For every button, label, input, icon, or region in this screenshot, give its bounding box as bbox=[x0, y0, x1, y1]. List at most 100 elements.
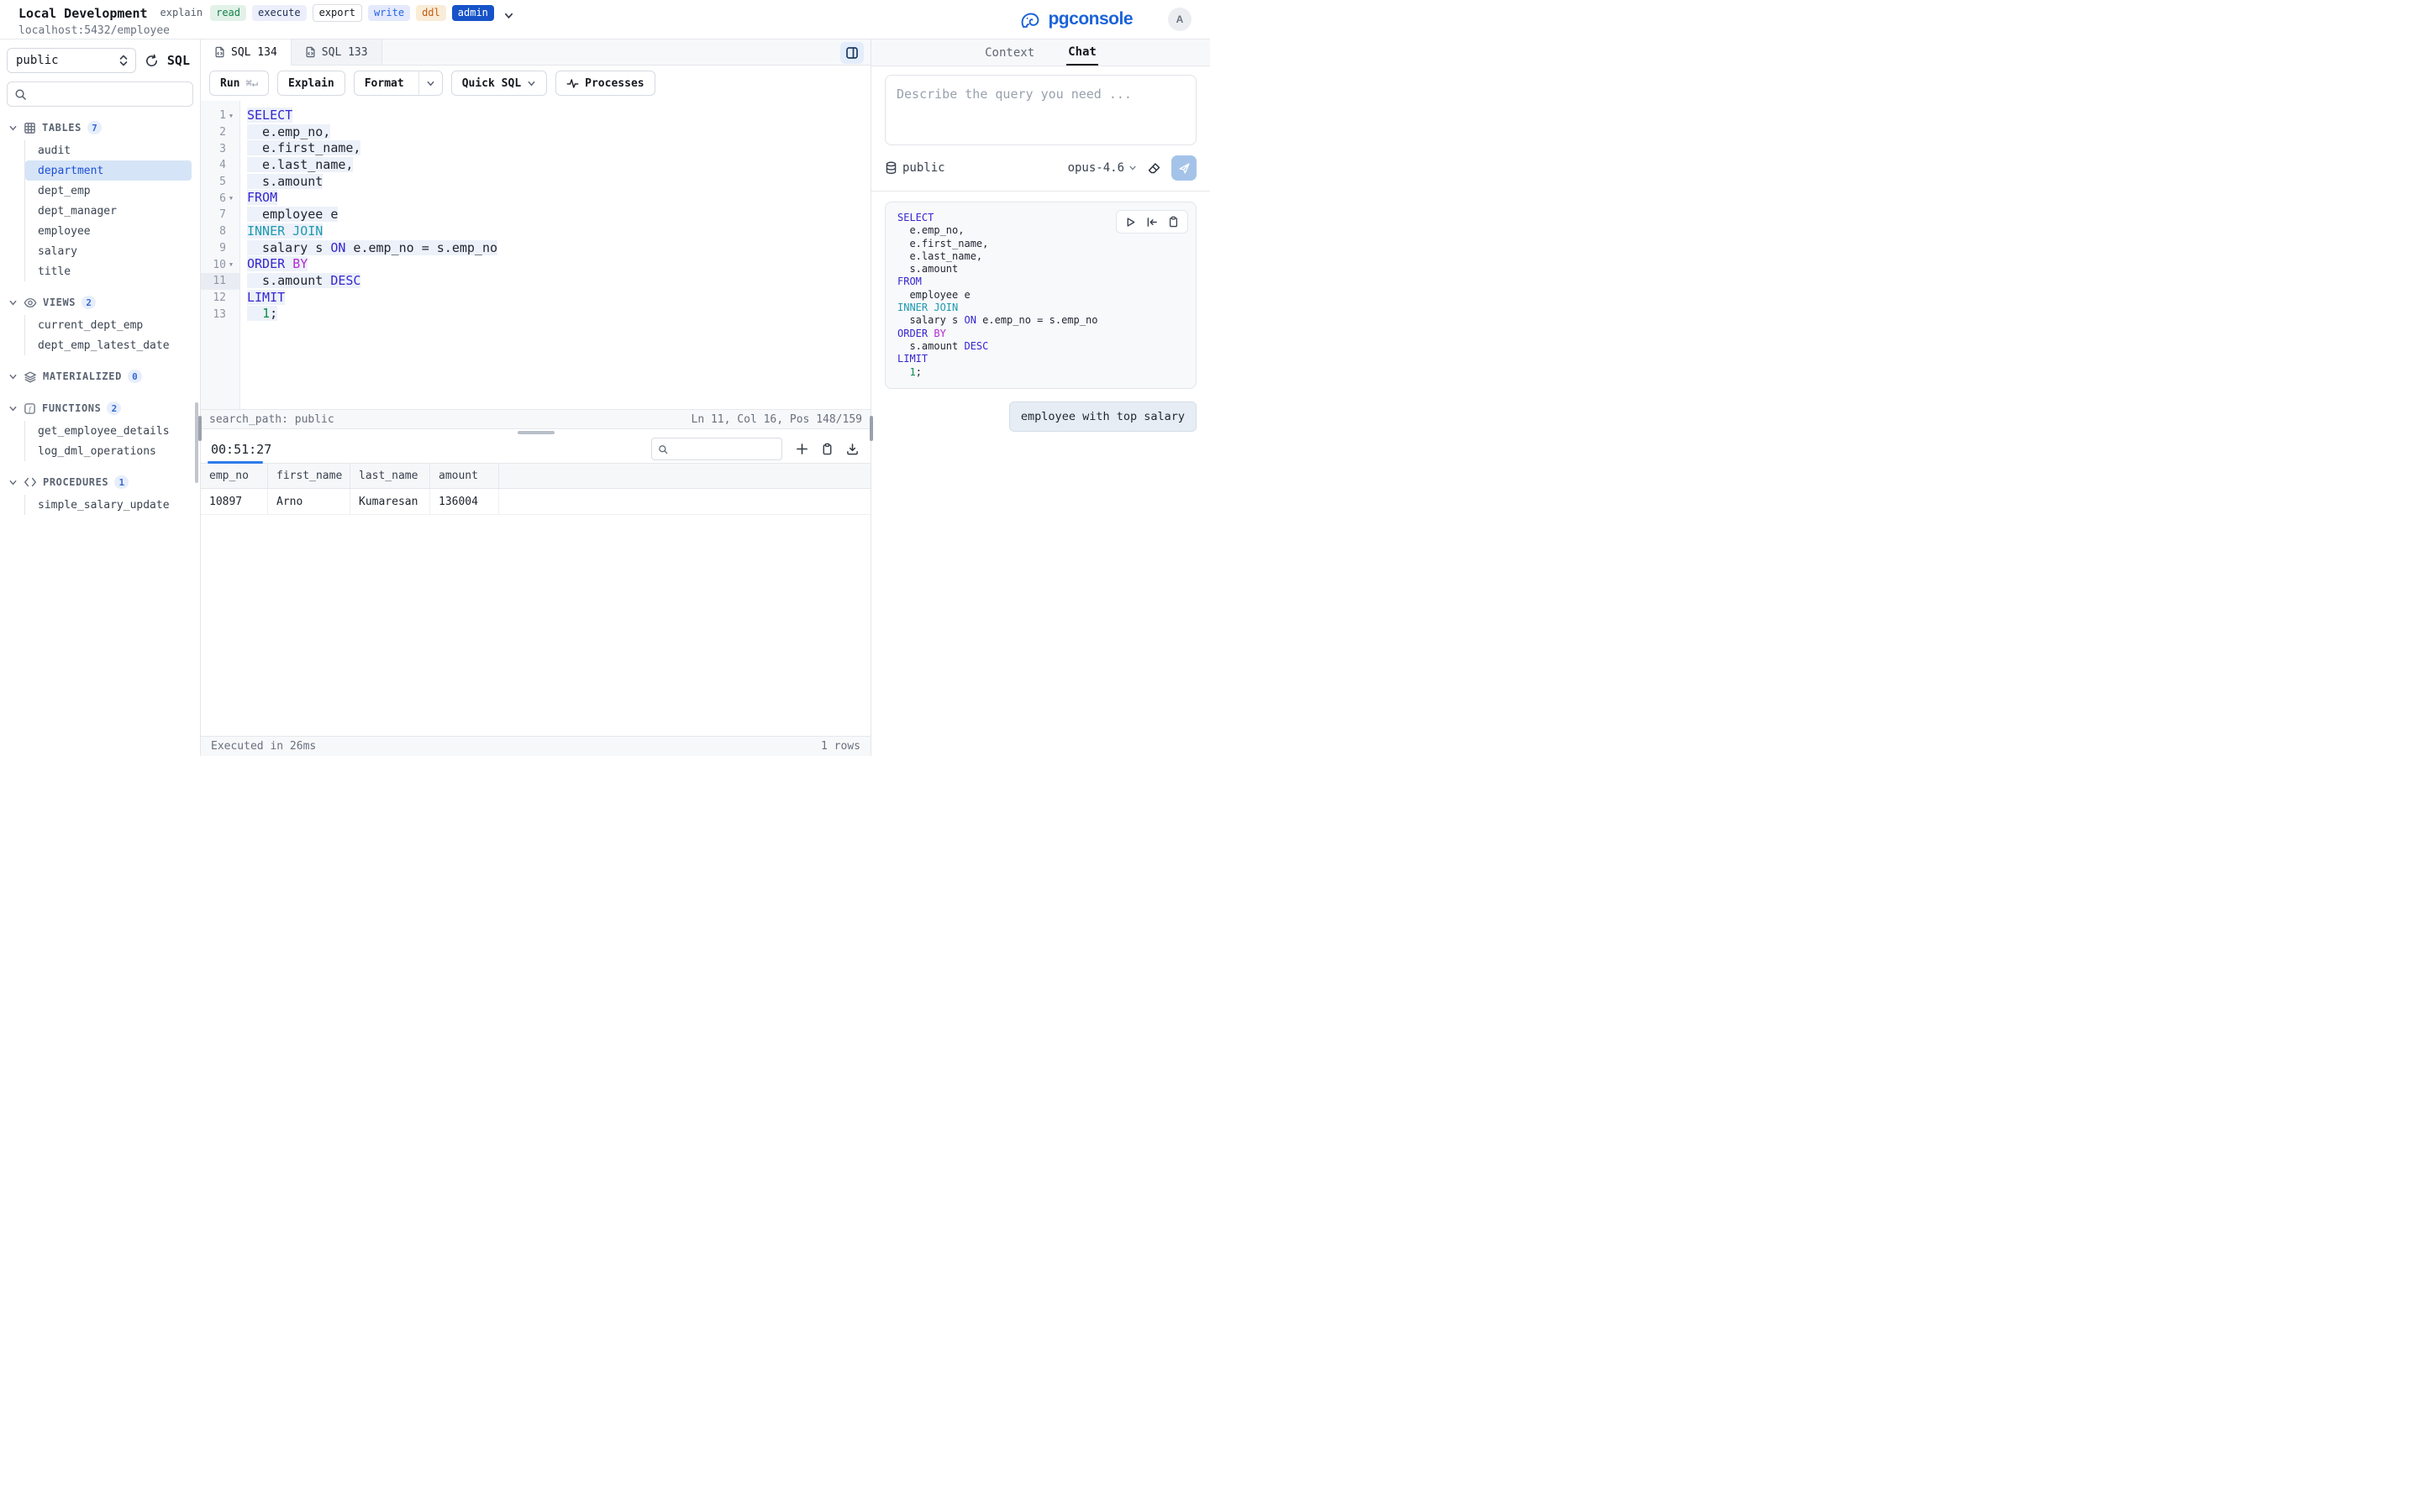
section-header-views[interactable]: VIEWS2 bbox=[0, 291, 200, 313]
sidebar-search[interactable] bbox=[7, 81, 193, 107]
assistant-code-line-13: 1; bbox=[897, 366, 1184, 379]
function-icon: f bbox=[24, 402, 36, 415]
section-header-materialized[interactable]: MATERIALIZED0 bbox=[0, 365, 200, 387]
line-number: 9 bbox=[219, 242, 226, 255]
code-line-9: salary s ON e.emp_no = s.emp_no bbox=[247, 240, 871, 257]
connection-chevron-down-icon[interactable] bbox=[503, 10, 514, 21]
results-table-header: emp_nofirst_namelast_nameamount bbox=[201, 464, 871, 489]
copy-results-icon[interactable] bbox=[821, 443, 834, 455]
code-line-12: LIMIT bbox=[247, 290, 871, 307]
chevron-down-icon bbox=[8, 298, 18, 307]
section-label: MATERIALIZED bbox=[43, 370, 122, 382]
sidebar-resize-handle[interactable] bbox=[198, 416, 202, 441]
sidebar-item-current_dept_emp[interactable]: current_dept_emp bbox=[25, 315, 192, 335]
model-select[interactable]: opus-4.6 bbox=[1068, 161, 1137, 175]
code-line-6: FROM bbox=[247, 190, 871, 207]
quick-sql-label: Quick SQL bbox=[462, 77, 521, 90]
insert-to-editor-icon[interactable] bbox=[1146, 217, 1158, 228]
sidebar-item-dept_emp[interactable]: dept_emp bbox=[25, 181, 192, 201]
format-label: Format bbox=[355, 71, 413, 95]
column-header-emp_no[interactable]: emp_no bbox=[201, 464, 268, 488]
sidebar-item-employee[interactable]: employee bbox=[25, 221, 192, 241]
line-number: 6 bbox=[219, 192, 226, 205]
tab-chat[interactable]: Chat bbox=[1066, 39, 1098, 66]
add-result-tab-icon[interactable] bbox=[796, 443, 808, 455]
results-search[interactable] bbox=[651, 438, 782, 460]
code-brackets-icon bbox=[24, 476, 37, 488]
column-header-last_name[interactable]: last_name bbox=[350, 464, 430, 488]
download-results-icon[interactable] bbox=[846, 443, 859, 455]
sidebar-item-dept_emp_latest_date[interactable]: dept_emp_latest_date bbox=[25, 335, 192, 355]
sql-mode-label[interactable]: SQL bbox=[167, 53, 190, 68]
section-items-views: current_dept_empdept_emp_latest_date bbox=[24, 315, 200, 355]
chat-input[interactable] bbox=[885, 75, 1197, 145]
assistant-resize-handle[interactable] bbox=[870, 416, 873, 441]
results-search-input[interactable] bbox=[673, 443, 776, 455]
layers-icon bbox=[24, 370, 37, 383]
section-count-badge: 2 bbox=[82, 296, 96, 309]
refresh-icon[interactable] bbox=[145, 54, 159, 68]
line-number: 12 bbox=[213, 291, 226, 304]
sidebar-scrollbar[interactable] bbox=[195, 402, 198, 483]
sidebar-item-get_employee_details[interactable]: get_employee_details bbox=[25, 421, 192, 441]
sidebar-item-salary[interactable]: salary bbox=[25, 241, 192, 261]
editor-code[interactable]: SELECT e.emp_no, e.first_name, e.last_na… bbox=[240, 101, 871, 409]
column-header-amount[interactable]: amount bbox=[430, 464, 499, 488]
copy-sql-icon[interactable] bbox=[1168, 216, 1179, 228]
section-items-tables: auditdepartmentdept_empdept_manageremplo… bbox=[24, 140, 200, 281]
schema-chip[interactable]: public bbox=[885, 161, 945, 175]
assistant-panel: Context Chat public opus-4.6 bbox=[871, 39, 1210, 756]
cell-amount: 136004 bbox=[430, 489, 499, 514]
processes-button[interactable]: Processes bbox=[555, 71, 655, 96]
schema-select[interactable]: public bbox=[7, 48, 136, 73]
schema-sidebar: public SQL TABLES7auditdepartmentdept_em… bbox=[0, 39, 201, 756]
editor-tab-sql-134[interactable]: SQL 134 bbox=[201, 39, 292, 66]
sidebar-item-dept_manager[interactable]: dept_manager bbox=[25, 201, 192, 221]
results-toolbar: 00:51:27 bbox=[201, 435, 871, 464]
chat-history: SELECT e.emp_no, e.first_name, e.last_na… bbox=[871, 192, 1210, 756]
assistant-code-line-6: FROM bbox=[897, 276, 1184, 288]
results-resize-handle[interactable] bbox=[201, 429, 871, 435]
results-timer-tab[interactable]: 00:51:27 bbox=[209, 442, 273, 457]
explain-button[interactable]: Explain bbox=[277, 71, 345, 96]
avatar[interactable]: A bbox=[1168, 8, 1192, 31]
object-tree: TABLES7auditdepartmentdept_empdept_manag… bbox=[0, 117, 200, 525]
sql-editor[interactable]: 1▼23456▼78910▼111213 SELECT e.emp_no, e.… bbox=[201, 101, 871, 409]
column-header-first_name[interactable]: first_name bbox=[268, 464, 350, 488]
svg-text:f: f bbox=[29, 404, 32, 412]
sidebar-item-audit[interactable]: audit bbox=[25, 140, 192, 160]
editor-tab-label: SQL 133 bbox=[322, 46, 368, 59]
clear-chat-eraser-icon[interactable] bbox=[1147, 161, 1161, 176]
run-button[interactable]: Run ⌘↵ bbox=[209, 71, 269, 96]
sidebar-search-input[interactable] bbox=[32, 88, 186, 101]
format-button[interactable]: Format bbox=[354, 71, 443, 96]
fold-arrow-icon[interactable]: ▼ bbox=[226, 261, 236, 268]
section-header-procedures[interactable]: PROCEDURES1 bbox=[0, 471, 200, 493]
sidebar-item-title[interactable]: title bbox=[25, 261, 192, 281]
brand-name: pgconsole bbox=[1048, 9, 1133, 29]
format-chevron-down-icon[interactable] bbox=[418, 71, 442, 95]
fold-arrow-icon[interactable]: ▼ bbox=[226, 195, 236, 202]
section-header-functions[interactable]: fFUNCTIONS2 bbox=[0, 397, 200, 419]
line-number: 11 bbox=[213, 275, 226, 287]
cell-emp_no: 10897 bbox=[201, 489, 268, 514]
section-header-tables[interactable]: TABLES7 bbox=[0, 117, 200, 139]
cursor-position-status: Ln 11, Col 16, Pos 148/159 bbox=[692, 413, 863, 426]
sidebar-item-simple_salary_update[interactable]: simple_salary_update bbox=[25, 495, 192, 515]
quick-sql-button[interactable]: Quick SQL bbox=[451, 71, 547, 96]
table-row[interactable]: 10897ArnoKumaresan136004 bbox=[201, 489, 871, 515]
sidebar-item-log_dml_operations[interactable]: log_dml_operations bbox=[25, 441, 192, 461]
topbar: Local Development explainreadexecuteexpo… bbox=[0, 0, 1210, 39]
tab-context[interactable]: Context bbox=[983, 39, 1036, 66]
run-query-icon[interactable] bbox=[1125, 217, 1136, 228]
fold-arrow-icon[interactable]: ▼ bbox=[226, 113, 236, 119]
sidebar-item-department[interactable]: department bbox=[25, 160, 192, 181]
section-count-badge: 7 bbox=[87, 121, 102, 134]
gutter-line-12: 12 bbox=[201, 290, 239, 307]
split-view-button[interactable] bbox=[840, 42, 864, 64]
editor-tab-sql-133[interactable]: SQL 133 bbox=[292, 39, 382, 65]
assistant-code-line-7: employee e bbox=[897, 289, 1184, 302]
send-button[interactable] bbox=[1171, 155, 1197, 181]
assistant-code-line-12: LIMIT bbox=[897, 353, 1184, 365]
activity-pulse-icon bbox=[566, 77, 579, 90]
